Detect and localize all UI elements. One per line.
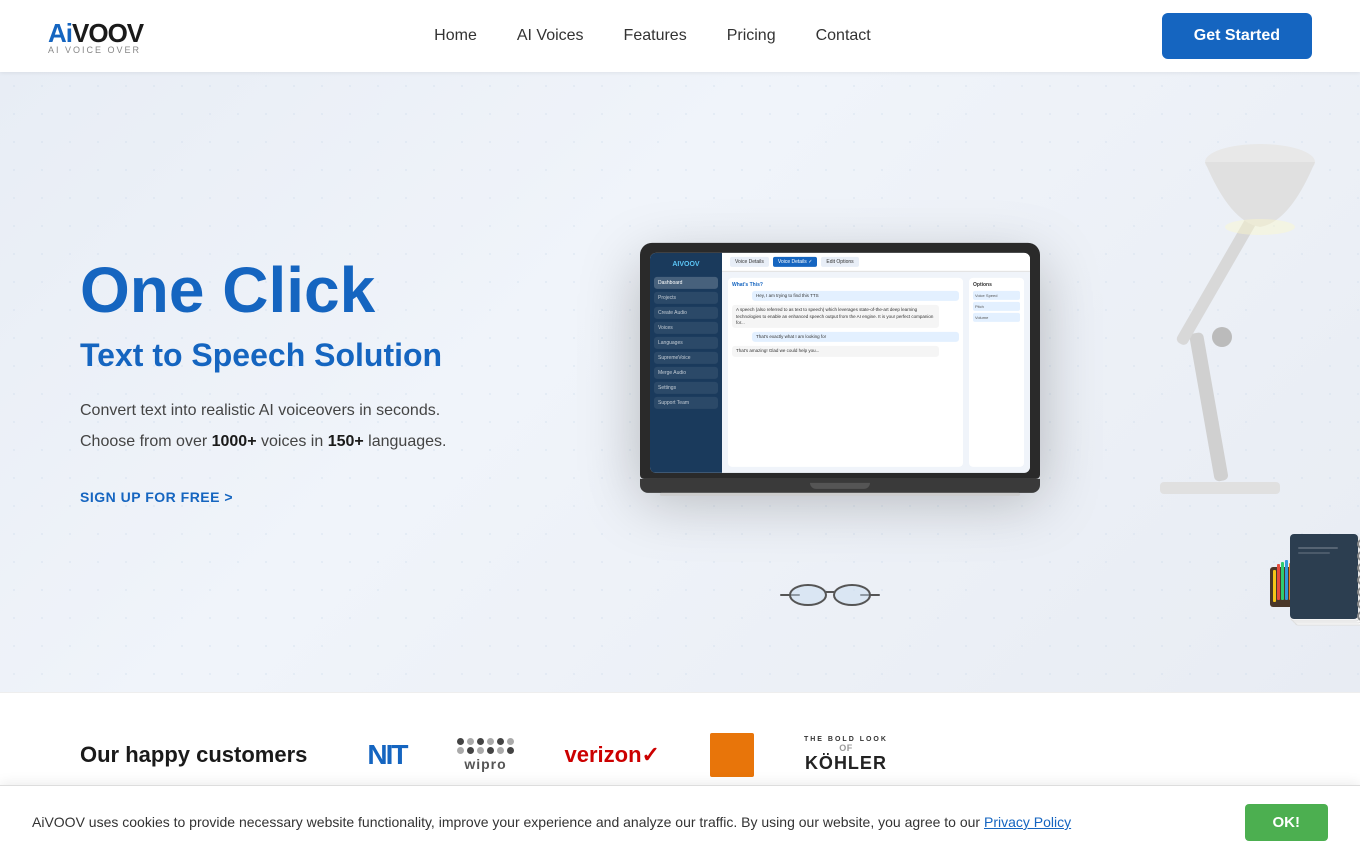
app-topbar: Voice Details Voice Details ✓ Edit Optio… — [722, 253, 1030, 272]
sidebar-voices: Voices — [654, 322, 718, 334]
chat-header: What's This? — [732, 282, 959, 288]
app-main-area: Voice Details Voice Details ✓ Edit Optio… — [722, 253, 1030, 473]
laptop-foot — [660, 493, 1020, 496]
wipro-dot — [467, 747, 474, 754]
chat-msg-user-2: That's exactly what I am looking for — [752, 332, 959, 342]
sidebar-create: Create Audio — [654, 307, 718, 319]
wipro-logo: wipro — [457, 738, 515, 772]
cookie-ok-button[interactable]: OK! — [1245, 804, 1329, 841]
panel-item-3: Volume — [973, 313, 1020, 322]
tab-2: Voice Details ✓ — [773, 257, 817, 267]
wipro-dot — [507, 747, 514, 754]
wipro-dots — [457, 738, 515, 754]
glasses-icon — [780, 580, 880, 610]
wipro-dot — [497, 747, 504, 754]
wipro-dot — [457, 747, 464, 754]
sidebar-merge: Merge Audio — [654, 367, 718, 379]
logo-text: Ai VOOV AI VOICE OVER — [48, 18, 143, 55]
chat-msg-user-1: Hey, I am trying to find this TTS — [752, 291, 959, 301]
panel-header: Options — [973, 282, 1020, 288]
privacy-policy-link[interactable]: Privacy Policy — [984, 814, 1071, 830]
laptop-screen: AIVOOV Dashboard Projects Create Audio V… — [640, 243, 1040, 479]
languages-count: 150+ — [328, 433, 364, 450]
nav-features[interactable]: Features — [624, 27, 687, 44]
logo-tagline: AI VOICE OVER — [48, 45, 143, 55]
nit-logo: NIT — [367, 739, 406, 771]
orange-square-logo — [710, 733, 754, 777]
nav-links: Home AI Voices Features Pricing Contact — [434, 27, 871, 45]
sidebar-settings: Settings — [654, 382, 718, 394]
laptop-mockup: AIVOOV Dashboard Projects Create Audio V… — [640, 243, 1040, 496]
hero-title: One Click — [80, 257, 446, 324]
tab-1: Voice Details — [730, 257, 769, 267]
customer-logos: NIT wipro verizon✓ — [367, 733, 1280, 777]
wipro-text: wipro — [464, 756, 506, 772]
kohler-main-text: KÖHLER — [804, 753, 888, 774]
app-body: What's This? Hey, I am trying to find th… — [722, 272, 1030, 473]
navbar: Ai VOOV AI VOICE OVER Home AI Voices Fea… — [0, 0, 1360, 72]
sidebar-dashboard: Dashboard — [654, 277, 718, 289]
hero-desc-1: Convert text into realistic AI voiceover… — [80, 398, 446, 424]
get-started-button[interactable]: Get Started — [1162, 13, 1312, 59]
desk-lamp-icon — [1060, 72, 1360, 512]
wipro-dot — [477, 747, 484, 754]
logo-link[interactable]: Ai VOOV AI VOICE OVER — [48, 18, 143, 55]
hero-section: One Click Text to Speech Solution Conver… — [0, 72, 1360, 692]
kohler-logo: THE BOLD LOOK OF KÖHLER — [804, 736, 888, 774]
wipro-dot — [507, 738, 514, 745]
sidebar-supreme: SupremeVoice — [654, 352, 718, 364]
wipro-dot — [487, 747, 494, 754]
sidebar-projects: Projects — [654, 292, 718, 304]
wipro-dot — [487, 738, 494, 745]
app-right-panel: Options Voice Speed Pitch Volume — [969, 278, 1024, 467]
wipro-dot — [477, 738, 484, 745]
panel-item-1: Voice Speed — [973, 291, 1020, 300]
laptop-notch — [810, 483, 870, 489]
panel-item-2: Pitch — [973, 302, 1020, 311]
app-logo: AIVOOV — [654, 261, 718, 268]
laptop-base — [640, 479, 1040, 493]
app-ui-preview: AIVOOV Dashboard Projects Create Audio V… — [650, 253, 1030, 473]
kohler-of-text: OF — [804, 743, 888, 753]
hero-content: One Click Text to Speech Solution Conver… — [0, 177, 526, 586]
app-sidebar: AIVOOV Dashboard Projects Create Audio V… — [650, 253, 722, 473]
verizon-text: verizon✓ — [565, 742, 660, 767]
nav-ai-voices[interactable]: AI Voices — [517, 27, 584, 44]
nav-home[interactable]: Home — [434, 27, 477, 44]
hero-subtitle: Text to Speech Solution — [80, 337, 446, 374]
verizon-logo: verizon✓ — [565, 742, 660, 768]
customers-label: Our happy customers — [80, 741, 307, 770]
nav-contact[interactable]: Contact — [816, 27, 871, 44]
cookie-banner: AiVOOV uses cookies to provide necessary… — [0, 785, 1360, 859]
notebook-icon — [1290, 532, 1360, 632]
hero-cta-link[interactable]: SIGN UP FOR FREE > — [80, 489, 233, 507]
chat-msg-bot-1: A speech (also referred to as text to sp… — [732, 305, 939, 328]
cookie-text: AiVOOV uses cookies to provide necessary… — [32, 812, 1221, 833]
sidebar-support: Support Team — [654, 397, 718, 409]
voices-count: 1000+ — [212, 433, 257, 450]
sidebar-languages: Languages — [654, 337, 718, 349]
chat-msg-bot-2: That's amazing! Glad we could help you..… — [732, 346, 939, 356]
wipro-dot — [457, 738, 464, 745]
nav-pricing[interactable]: Pricing — [727, 27, 776, 44]
app-interface: AIVOOV Dashboard Projects Create Audio V… — [650, 253, 1030, 473]
kohler-bold-text: THE BOLD LOOK — [804, 736, 888, 743]
app-chat: What's This? Hey, I am trying to find th… — [728, 278, 963, 467]
hero-desc-2: Choose from over 1000+ voices in 150+ la… — [80, 429, 446, 455]
tab-3: Edit Options — [821, 257, 858, 267]
wipro-dot — [467, 738, 474, 745]
hero-image-area: AIVOOV Dashboard Projects Create Audio V… — [580, 72, 1360, 692]
wipro-dot — [497, 738, 504, 745]
